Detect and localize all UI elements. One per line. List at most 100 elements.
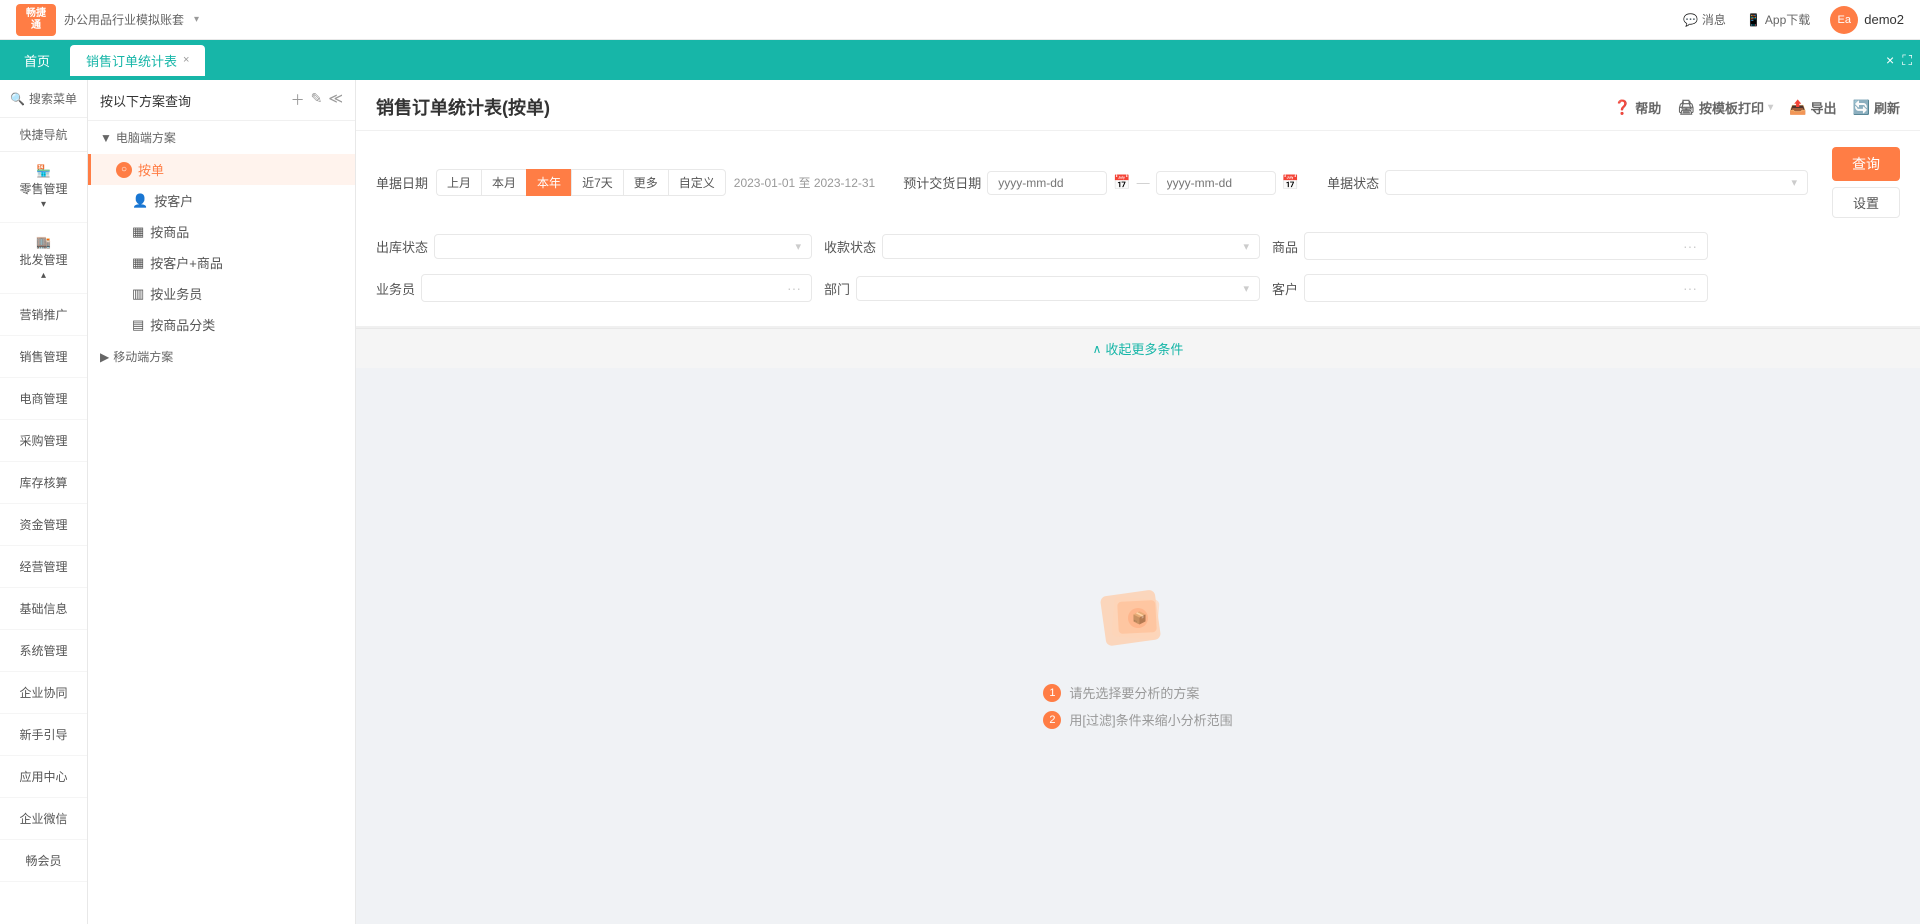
tip-1-text: 请先选择要分析的方案 [1069, 683, 1199, 702]
content-area: 按以下方案查询 ＋ ✎ ≪ ▼ 电脑端方案 ○ 按单 [88, 80, 1920, 924]
app-title: 办公用品行业模拟账套 [64, 11, 184, 28]
customer-select[interactable]: ··· [1304, 274, 1708, 302]
tree-panel-header: 按以下方案查询 ＋ ✎ ≪ [88, 80, 355, 121]
date-btn-last-month[interactable]: 上月 [436, 169, 481, 196]
wholesale-arrow-icon: ▴ [41, 270, 46, 281]
sidebar-item-marketing[interactable]: 营销推广 [0, 294, 87, 336]
tab-close-icon[interactable]: × [183, 54, 189, 66]
ship-status-select[interactable]: ▾ [434, 234, 812, 259]
user-profile[interactable]: Ea demo2 [1830, 6, 1904, 34]
tip-2-text: 用[过滤]条件来缩小分析范围 [1069, 710, 1232, 729]
query-button[interactable]: 查询 [1832, 147, 1900, 181]
refresh-button[interactable]: 🔄 刷新 [1853, 98, 1900, 117]
tree-collapse-icon[interactable]: ≪ [328, 90, 343, 110]
sidebar-item-appcenter[interactable]: 应用中心 [0, 756, 87, 798]
date-btn-custom[interactable]: 自定义 [668, 169, 726, 196]
expected-delivery-label: 预计交货日期 [903, 173, 981, 192]
sidebar-item-sales[interactable]: 销售管理 [0, 336, 87, 378]
tree-panel: 按以下方案查询 ＋ ✎ ≪ ▼ 电脑端方案 ○ 按单 [88, 80, 356, 924]
collapse-bar[interactable]: ∧ 收起更多条件 [356, 328, 1920, 368]
sidebar-item-enterprise[interactable]: 企业协同 [0, 672, 87, 714]
tree-section-mobile[interactable]: ▶ 移动端方案 [88, 340, 355, 373]
export-icon: 📤 [1789, 99, 1806, 116]
window-expand-icon[interactable]: ⛶ [1902, 52, 1912, 69]
sidebar-item-purchase[interactable]: 采购管理 [0, 420, 87, 462]
tree-node-by-order[interactable]: ○ 按单 [88, 154, 355, 185]
goods-select[interactable]: ··· [1304, 232, 1708, 260]
tab-home[interactable]: 首页 [8, 45, 66, 76]
calendar-end-icon[interactable]: 📅 [1282, 174, 1299, 191]
delivery-date-end-input[interactable] [1156, 171, 1276, 195]
collapse-icon: ∧ [1093, 342, 1102, 356]
ship-status-label: 出库状态 [376, 237, 428, 256]
tab-bar-actions: × ⛶ [1886, 52, 1912, 69]
payment-status-select[interactable]: ▾ [882, 234, 1260, 259]
tree-node-by-goods[interactable]: ▦ 按商品 [88, 216, 355, 247]
salesman-more-icon[interactable]: ··· [787, 280, 801, 296]
dept-label: 部门 [824, 279, 850, 298]
empty-tip-1: 1 请先选择要分析的方案 [1043, 683, 1232, 702]
tree-node-by-customer[interactable]: 👤 按客户 [88, 185, 355, 216]
goods-more-icon[interactable]: ··· [1683, 238, 1697, 254]
tree-edit-icon[interactable]: ✎ [311, 90, 323, 110]
filters-container: 单据日期 上月 本月 本年 近7天 更多 自定义 2023-01-01 至 20… [356, 131, 1920, 328]
sidebar: 🔍 搜索菜单 快捷导航 🏪 零售管理 ▾ 🏬 批发管理 ▴ 营销推广 销售管理 … [0, 80, 88, 924]
status-dropdown-icon: ▾ [1791, 176, 1797, 189]
status-select[interactable]: ▾ [1385, 170, 1808, 195]
date-separator: — [1137, 175, 1150, 190]
sidebar-item-retail[interactable]: 🏪 零售管理 ▾ [0, 152, 87, 223]
salesman-label: 业务员 [376, 279, 415, 298]
dept-select[interactable]: ▾ [856, 276, 1260, 301]
sidebar-item-ecommerce[interactable]: 电商管理 [0, 378, 87, 420]
by-salesman-icon: ▥ [132, 286, 144, 302]
date-btn-last-7-days[interactable]: 近7天 [571, 169, 623, 196]
search-icon: 🔍 [10, 92, 25, 106]
settings-button[interactable]: 设置 [1832, 187, 1900, 218]
help-icon: ❓ [1614, 99, 1631, 116]
print-icon: 🖨 [1677, 99, 1695, 116]
app-download-button[interactable]: 📱 App下载 [1746, 11, 1810, 28]
sidebar-item-basic[interactable]: 基础信息 [0, 588, 87, 630]
tree-node-by-goods-category[interactable]: ▤ 按商品分类 [88, 309, 355, 340]
sidebar-search[interactable]: 🔍 搜索菜单 [0, 80, 87, 118]
tree-section-pc[interactable]: ▼ 电脑端方案 [88, 121, 355, 154]
sidebar-item-finance[interactable]: 资金管理 [0, 504, 87, 546]
export-button[interactable]: 📤 导出 [1789, 98, 1836, 117]
sidebar-item-inventory[interactable]: 库存核算 [0, 462, 87, 504]
sidebar-item-member[interactable]: 畅会员 [0, 840, 87, 882]
customer-more-icon[interactable]: ··· [1683, 280, 1697, 296]
tab-sales-order-stats[interactable]: 销售订单统计表 × [70, 45, 205, 76]
sidebar-item-operations[interactable]: 经营管理 [0, 546, 87, 588]
main-layout: 🔍 搜索菜单 快捷导航 🏪 零售管理 ▾ 🏬 批发管理 ▴ 营销推广 销售管理 … [0, 80, 1920, 924]
page-title-actions: ❓ 帮助 🖨 按模板打印 ▾ 📤 导出 🔄 [1614, 98, 1900, 117]
tree-add-icon[interactable]: ＋ [291, 90, 305, 110]
svg-text:📦: 📦 [1132, 611, 1147, 625]
sidebar-quick-nav[interactable]: 快捷导航 [0, 118, 87, 152]
date-range-text: 2023-01-01 至 2023-12-31 [734, 174, 875, 191]
window-close-icon[interactable]: × [1886, 52, 1894, 68]
calendar-start-icon[interactable]: 📅 [1113, 174, 1130, 191]
message-button[interactable]: 💬 消息 [1683, 11, 1726, 28]
app-title-dropdown-icon[interactable]: ▾ [194, 14, 199, 25]
retail-arrow-icon: ▾ [41, 199, 46, 210]
delivery-date-start-input[interactable] [987, 171, 1107, 195]
tree-section-pc-arrow: ▼ [100, 131, 112, 145]
date-btn-this-month[interactable]: 本月 [481, 169, 526, 196]
salesman-select[interactable]: ··· [421, 274, 812, 302]
print-button[interactable]: 🖨 按模板打印 ▾ [1677, 98, 1773, 117]
help-button[interactable]: ❓ 帮助 [1614, 98, 1661, 117]
tree-node-by-salesman[interactable]: ▥ 按业务员 [88, 278, 355, 309]
sidebar-item-newuser[interactable]: 新手引导 [0, 714, 87, 756]
tree-panel-actions: ＋ ✎ ≪ [291, 90, 343, 110]
empty-state: 📦 1 请先选择要分析的方案 2 用[过滤]条件来缩小分析范围 [356, 368, 1920, 924]
tree-node-by-customer-goods[interactable]: ▦ 按客户+商品 [88, 247, 355, 278]
sidebar-item-wholesale[interactable]: 🏬 批发管理 ▴ [0, 223, 87, 294]
logo-text: 畅捷通 [26, 8, 46, 32]
date-btn-this-year[interactable]: 本年 [526, 169, 571, 196]
date-btn-more[interactable]: 更多 [623, 169, 668, 196]
customer-label: 客户 [1272, 279, 1298, 298]
sidebar-item-system[interactable]: 系统管理 [0, 630, 87, 672]
ship-status-dropdown-icon: ▾ [795, 240, 801, 253]
refresh-icon: 🔄 [1853, 99, 1870, 116]
sidebar-item-corpwechat[interactable]: 企业微信 [0, 798, 87, 840]
